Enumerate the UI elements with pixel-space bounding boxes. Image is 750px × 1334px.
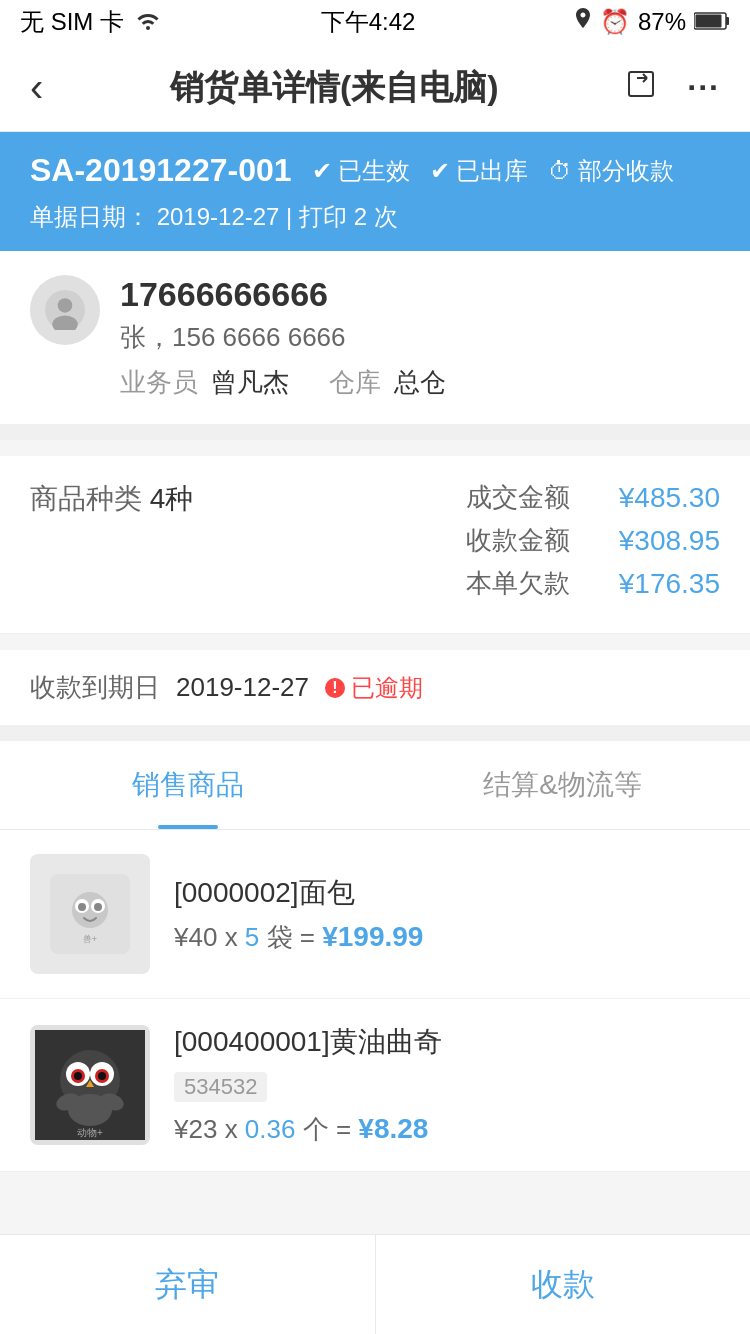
product-image-1: 兽+ xyxy=(30,854,150,974)
wifi-icon xyxy=(134,8,162,36)
divider-2 xyxy=(0,633,750,634)
product-price-2: ¥23 x 0.36 个 = ¥8.28 xyxy=(174,1112,720,1147)
tab-sales-products[interactable]: 销售商品 xyxy=(0,741,375,829)
product-list: 兽+ [0000002]面包 ¥40 x 5 袋 = ¥199.99 xyxy=(0,830,750,1172)
tab-bar: 销售商品 结算&物流等 xyxy=(0,741,750,830)
back-button[interactable]: ‹ xyxy=(30,65,43,110)
cancel-review-button[interactable]: 弃审 xyxy=(0,1235,376,1334)
product-qty-1: 5 xyxy=(245,922,259,952)
status-shipped: ✔ 已出库 xyxy=(430,155,528,187)
sim-status: 无 SIM 卡 xyxy=(20,6,124,38)
customer-meta: 业务员 曾凡杰 仓库 总仓 xyxy=(120,365,720,400)
svg-point-5 xyxy=(58,298,73,313)
warehouse: 仓库 总仓 xyxy=(329,365,446,400)
product-name-1: [0000002]面包 xyxy=(174,874,720,912)
status-effective: ✔ 已生效 xyxy=(312,155,410,187)
receipt-button[interactable]: 收款 xyxy=(376,1235,751,1334)
svg-rect-2 xyxy=(696,15,722,28)
svg-point-21 xyxy=(98,1072,106,1080)
customer-section: 17666666666 张，156 6666 6666 业务员 曾凡杰 仓库 总… xyxy=(0,251,750,424)
status-bar: 无 SIM 卡 下午4:42 ⏰ 87% xyxy=(0,0,750,44)
alarm-icon: ⏰ xyxy=(600,8,630,36)
check-icon-2: ✔ xyxy=(430,157,450,185)
divider-1 xyxy=(0,424,750,440)
debt-amount: 本单欠款 ¥176.35 xyxy=(466,566,720,601)
product-total-1: ¥199.99 xyxy=(322,921,423,952)
svg-point-11 xyxy=(78,903,86,911)
product-name-2: [000400001]黄油曲奇 xyxy=(174,1023,720,1061)
svg-point-12 xyxy=(94,903,102,911)
customer-id: 17666666666 xyxy=(120,275,720,314)
product-image-2: 动物+ xyxy=(30,1025,150,1145)
clock-icon: ⏱ xyxy=(548,157,572,185)
product-details-1: [0000002]面包 ¥40 x 5 袋 = ¥199.99 xyxy=(174,874,720,955)
product-category: 商品种类 4种 xyxy=(30,480,193,518)
svg-text:兽+: 兽+ xyxy=(83,934,97,944)
product-total-2: ¥8.28 xyxy=(358,1113,428,1144)
share-button[interactable] xyxy=(625,68,657,107)
receipt-amount: 收款金额 ¥308.95 xyxy=(466,523,720,558)
battery-level: 87% xyxy=(638,8,686,36)
transaction-amount: 成交金额 ¥485.30 xyxy=(466,480,720,515)
due-date-value: 2019-12-27 xyxy=(176,672,309,703)
due-date-section: 收款到期日 2019-12-27 ! 已逾期 xyxy=(0,650,750,725)
list-item: 兽+ [0000002]面包 ¥40 x 5 袋 = ¥199.99 xyxy=(0,830,750,999)
list-item: 动物+ [000400001]黄油曲奇 534532 ¥23 x 0.36 个 … xyxy=(0,999,750,1172)
overdue-text: 已逾期 xyxy=(351,672,423,704)
svg-point-20 xyxy=(74,1072,82,1080)
stats-section: 商品种类 4种 成交金额 ¥485.30 收款金额 ¥308.95 本单欠款 ¥… xyxy=(0,456,750,633)
svg-rect-3 xyxy=(629,72,653,96)
more-button[interactable]: ··· xyxy=(687,69,720,106)
customer-name-phone: 张，156 6666 6666 xyxy=(120,320,720,355)
status-left: 无 SIM 卡 xyxy=(20,6,162,38)
status-right: ⏰ 87% xyxy=(574,8,730,36)
nav-bar: ‹ 销货单详情(来自电脑) ··· xyxy=(0,44,750,132)
svg-text:动物+: 动物+ xyxy=(77,1127,103,1138)
product-price-1: ¥40 x 5 袋 = ¥199.99 xyxy=(174,920,720,955)
battery-icon xyxy=(694,8,730,36)
due-label: 收款到期日 xyxy=(30,670,160,705)
order-header-banner: SA-20191227-001 ✔ 已生效 ✔ 已出库 ⏱ 部分收款 单据日期：… xyxy=(0,132,750,251)
order-date: 单据日期： 2019-12-27 | 打印 2 次 xyxy=(30,201,720,233)
sales-rep: 业务员 曾凡杰 xyxy=(120,365,289,400)
location-icon xyxy=(574,8,592,36)
financial-stats: 成交金额 ¥485.30 收款金额 ¥308.95 本单欠款 ¥176.35 xyxy=(466,480,720,609)
avatar xyxy=(30,275,100,345)
tab-underline xyxy=(158,825,218,829)
status-time: 下午4:42 xyxy=(321,6,416,38)
overdue-badge: ! 已逾期 xyxy=(325,672,423,704)
order-id: SA-20191227-001 xyxy=(30,152,292,189)
status-partial: ⏱ 部分收款 xyxy=(548,155,674,187)
bottom-action-bar: 弃审 收款 xyxy=(0,1234,750,1334)
svg-rect-1 xyxy=(726,17,729,25)
product-tag-2: 534532 xyxy=(174,1072,267,1102)
overdue-dot-icon: ! xyxy=(325,678,345,698)
customer-info: 17666666666 张，156 6666 6666 业务员 曾凡杰 仓库 总… xyxy=(120,275,720,400)
divider-3 xyxy=(0,725,750,741)
product-details-2: [000400001]黄油曲奇 534532 ¥23 x 0.36 个 = ¥8… xyxy=(174,1023,720,1147)
check-icon-1: ✔ xyxy=(312,157,332,185)
page-title: 销货单详情(来自电脑) xyxy=(170,65,499,111)
product-placeholder-1: 兽+ xyxy=(30,854,150,974)
tab-settlement[interactable]: 结算&物流等 xyxy=(375,741,750,829)
product-qty-2: 0.36 xyxy=(245,1114,296,1144)
product-owl-icon: 动物+ xyxy=(30,1025,150,1145)
